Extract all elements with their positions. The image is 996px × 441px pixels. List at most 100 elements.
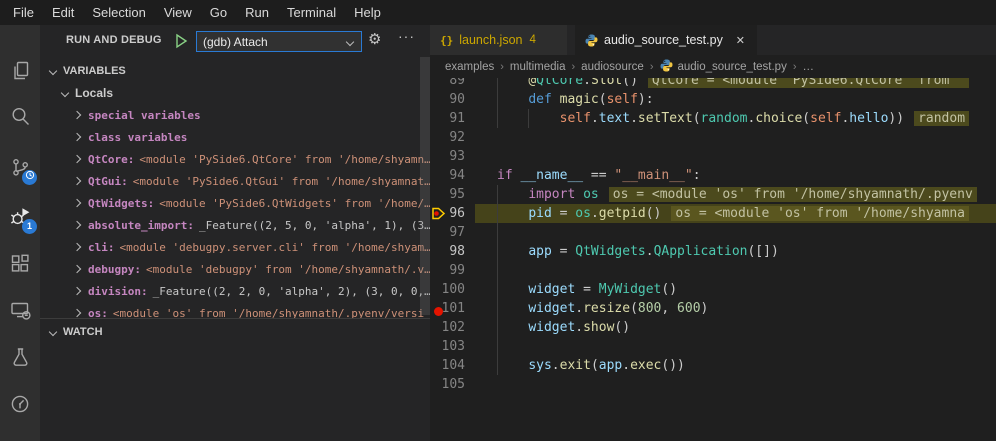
code-line-104[interactable]: 104 sys.exit(app.exec()) <box>430 356 996 375</box>
code-line-102[interactable]: 102 widget.show() <box>430 318 996 337</box>
variable-name: special variables <box>88 108 201 122</box>
breadcrumb-item[interactable]: audio_source_test.py <box>659 59 788 75</box>
code-line-98[interactable]: 98 app = QtWidgets.QApplication([]) <box>430 242 996 261</box>
variable-row[interactable]: os: <module 'os' from '/home/shyamnath/.p… <box>40 302 430 318</box>
code-line-90[interactable]: 90 def magic(self): <box>430 90 996 109</box>
code-line-105[interactable]: 105 <box>430 375 996 394</box>
close-icon[interactable]: ✕ <box>734 33 747 48</box>
variable-name: absolute_import: <box>88 218 194 232</box>
code-line-93[interactable]: 93 <box>430 147 996 166</box>
debug-config-value: (gdb) Attach <box>203 34 268 49</box>
line-number: 101 <box>441 301 465 316</box>
menu-item-help[interactable]: Help <box>345 3 390 22</box>
menu-item-selection[interactable]: Selection <box>83 3 154 22</box>
variables-pane: VARIABLES Locals special variables class … <box>40 57 430 318</box>
watch-section-header[interactable]: WATCH <box>40 321 430 343</box>
variable-name: os: <box>88 306 108 319</box>
menu-item-view[interactable]: View <box>155 3 201 22</box>
variable-row[interactable]: class variables <box>40 126 430 148</box>
indent-guide <box>497 337 498 356</box>
line-number: 99 <box>449 263 465 278</box>
extensions-icon[interactable] <box>0 243 40 283</box>
code-line-99[interactable]: 99 <box>430 261 996 280</box>
run-and-debug-icon[interactable]: 1 <box>0 196 40 236</box>
source-control-icon[interactable] <box>0 147 40 187</box>
line-number: 98 <box>449 244 465 259</box>
code-line-91[interactable]: 91 self.text.setText(random.choice(self.… <box>430 109 996 128</box>
run-and-debug-sidebar: RUN AND DEBUG (gdb) Attach ⚙ ··· VARIABL… <box>40 25 430 441</box>
breadcrumb-item[interactable]: audiosource <box>580 61 645 73</box>
variable-row[interactable]: absolute_import: _Feature((2, 5, 0, 'alph… <box>40 214 430 236</box>
tab-launch.json[interactable]: {} launch.json 4 <box>430 25 567 55</box>
testing-icon[interactable] <box>0 337 40 377</box>
menu-item-go[interactable]: Go <box>201 3 236 22</box>
code-line-89[interactable]: 89 @QtCore.Slot() QtCore = <module 'PySid… <box>430 78 996 90</box>
code-text: widget.resize(800, 600) <box>528 301 709 316</box>
chevron-right-icon <box>72 286 82 296</box>
chevron-right-icon <box>72 198 82 208</box>
variable-row[interactable]: QtGui: <module 'PySide6.QtGui' from '/hom… <box>40 170 430 192</box>
line-number: 96 <box>449 206 465 221</box>
line-number: 94 <box>449 168 465 183</box>
inline-debug-value: random <box>914 111 970 126</box>
line-number: 97 <box>449 225 465 240</box>
chevron-down-icon <box>345 37 355 46</box>
variable-name: division: <box>88 284 148 298</box>
variable-value: <module 'PySide6.QtCore' from '/home/shy… <box>139 152 430 166</box>
code-line-97[interactable]: 97 <box>430 223 996 242</box>
chevron-down-icon <box>48 66 58 76</box>
chevron-down-icon <box>48 327 58 337</box>
line-number: 105 <box>441 377 465 392</box>
chevron-down-icon <box>60 88 70 98</box>
variable-row[interactable]: division: _Feature((2, 2, 0, 'alpha', 2),… <box>40 280 430 302</box>
code-line-94[interactable]: 94 if __name__ == "__main__": <box>430 166 996 185</box>
braces-icon: {} <box>440 33 454 47</box>
python-icon <box>585 34 598 47</box>
tab-problems-badge: 4 <box>529 34 536 46</box>
panel-warning-icon[interactable] <box>0 431 40 441</box>
menu-item-file[interactable]: File <box>4 3 43 22</box>
breadcrumb-item[interactable]: multimedia <box>509 61 567 73</box>
tab-audio_source_test.py[interactable]: audio_source_test.py ✕ <box>575 25 757 55</box>
menu-item-terminal[interactable]: Terminal <box>278 3 345 22</box>
scope-locals[interactable]: Locals <box>40 82 430 104</box>
code-line-95[interactable]: 95 import os os = <module 'os' from '/hom… <box>430 185 996 204</box>
variable-row[interactable]: QtWidgets: <module 'PySide6.QtWidgets' fr… <box>40 192 430 214</box>
start-debugging-button[interactable] <box>174 33 190 49</box>
gear-icon[interactable]: ⚙ <box>368 30 381 48</box>
code-line-100[interactable]: 100 widget = MyWidget() <box>430 280 996 299</box>
tab-bar: {} launch.json 4 audio_source_test.py ✕ <box>430 25 996 55</box>
variable-row[interactable]: cli: <module 'debugpy.server.cli' from '/… <box>40 236 430 258</box>
inline-debug-value: os = <module 'os' from '/home/shyamnath/… <box>608 187 977 202</box>
vscode-window: File Edit Selection View Go Run Terminal Help 1… <box>0 0 996 441</box>
remote-explorer-icon[interactable] <box>0 290 40 330</box>
explorer-icon[interactable] <box>0 50 40 90</box>
variable-value: <module 'PySide6.QtGui' from '/home/shya… <box>132 174 430 188</box>
breadcrumb-separator: › <box>792 60 797 73</box>
more-actions-icon[interactable]: ··· <box>398 28 415 44</box>
variable-value: _Feature((2, 5, 0, 'alpha', 1), (3… <box>198 218 430 232</box>
debug-config-dropdown[interactable]: (gdb) Attach <box>196 31 362 52</box>
menu-item-run[interactable]: Run <box>236 3 278 22</box>
code-line-96[interactable]: 96 pid = os.getpid() os = <module 'os' fr… <box>430 204 996 223</box>
menu-bar: File Edit Selection View Go Run Terminal Help <box>0 0 996 25</box>
breadcrumb-item[interactable]: … <box>802 61 816 73</box>
menu-item-edit[interactable]: Edit <box>43 3 83 22</box>
variable-value: <module 'debugpy.server.cli' from '/home… <box>119 240 431 254</box>
sidebar-scrollbar[interactable] <box>420 57 430 315</box>
variable-value: <module 'PySide6.QtWidgets' from '/home/… <box>159 196 430 210</box>
code-line-103[interactable]: 103 <box>430 337 996 356</box>
search-icon[interactable] <box>0 96 40 136</box>
circle-branch-icon[interactable] <box>0 384 40 424</box>
variable-row[interactable]: QtCore: <module 'PySide6.QtCore' from '/h… <box>40 148 430 170</box>
variable-row[interactable]: debugpy: <module 'debugpy' from '/home/sh… <box>40 258 430 280</box>
code-line-92[interactable]: 92 <box>430 128 996 147</box>
code-line-101[interactable]: 101 widget.resize(800, 600) <box>430 299 996 318</box>
indent-guide <box>497 261 498 280</box>
variables-section-header[interactable]: VARIABLES <box>40 60 430 82</box>
code-text: @QtCore.Slot() QtCore = <module 'PySide6.… <box>497 78 969 88</box>
code-editor[interactable]: 89 @QtCore.Slot() QtCore = <module 'PySid… <box>430 78 996 441</box>
variable-row[interactable]: special variables <box>40 104 430 126</box>
chevron-right-icon <box>72 242 82 252</box>
breadcrumb-item[interactable]: examples <box>444 61 495 73</box>
